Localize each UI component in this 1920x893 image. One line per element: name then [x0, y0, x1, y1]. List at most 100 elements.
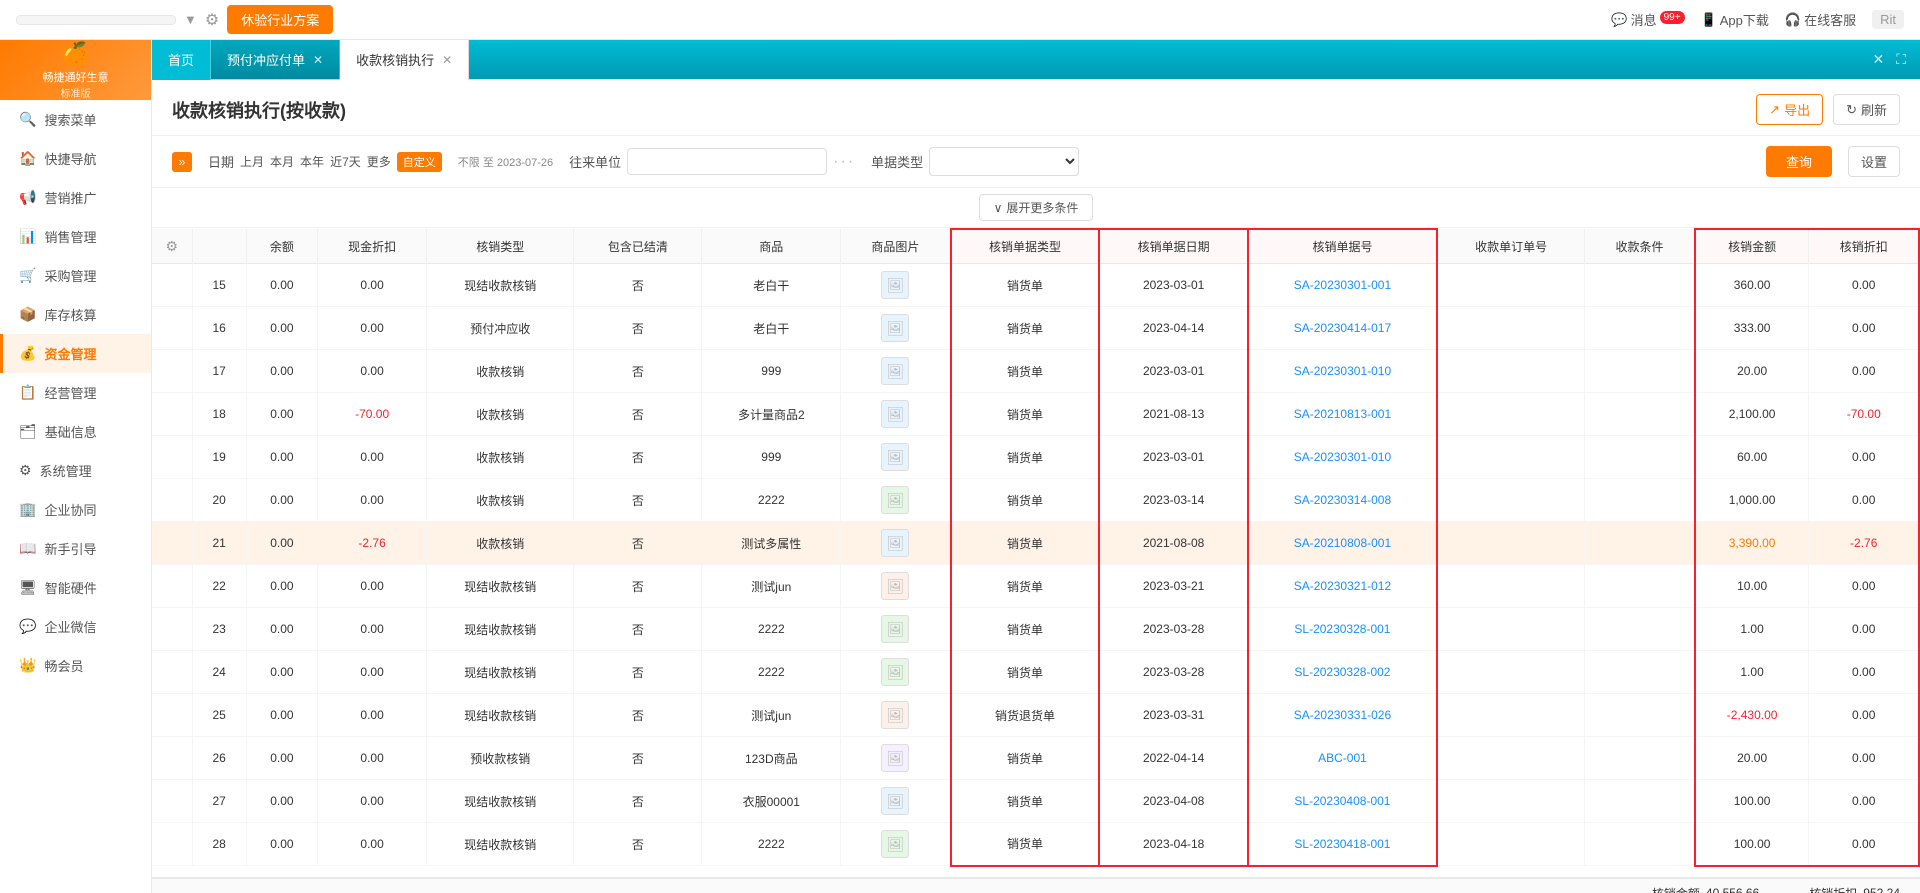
sidebar-item-inventory[interactable]: 📦 库存核算 [0, 295, 151, 334]
export-button[interactable]: ↗ 导出 [1756, 94, 1823, 125]
bill-no-link[interactable]: SL-20230408-001 [1294, 794, 1390, 808]
td-setting[interactable] [152, 565, 192, 608]
tab-prepay-close-icon[interactable]: ✕ [313, 53, 323, 67]
sidebar-item-member[interactable]: 👑 畅会员 [0, 646, 151, 685]
tab-home[interactable]: 首页 [152, 40, 211, 80]
sidebar-item-search[interactable]: 🔍 搜索菜单 [0, 100, 151, 139]
td-receipt-condition [1585, 479, 1695, 522]
sidebar-item-sales[interactable]: 📊 销售管理 [0, 217, 151, 256]
td-bill-no[interactable]: SL-20230418-001 [1248, 823, 1437, 866]
td-setting[interactable] [152, 608, 192, 651]
td-setting[interactable] [152, 350, 192, 393]
td-bill-no[interactable]: SA-20230301-010 [1248, 436, 1437, 479]
filter-date-more[interactable]: 更多 [367, 153, 391, 170]
td-setting[interactable] [152, 436, 192, 479]
bill-no-link[interactable]: SA-20230301-010 [1294, 364, 1391, 378]
bill-no-link[interactable]: SA-20210808-001 [1294, 536, 1391, 550]
td-setting[interactable] [152, 393, 192, 436]
setting-button[interactable]: 设置 [1848, 146, 1900, 177]
td-setting[interactable] [152, 651, 192, 694]
sidebar-item-guide[interactable]: 📖 新手引导 [0, 529, 151, 568]
sidebar-item-finance[interactable]: 💰 资金管理 [0, 334, 151, 373]
sidebar-item-marketing[interactable]: 📢 营销推广 [0, 178, 151, 217]
sidebar-label-guide: 新手引导 [44, 539, 96, 558]
sidebar-item-purchase[interactable]: 🛒 采购管理 [0, 256, 151, 295]
expand-more-button[interactable]: ∨ 展开更多条件 [979, 194, 1094, 221]
tab-collection[interactable]: 收款核销执行 ✕ [340, 40, 469, 80]
td-bill-no[interactable]: SL-20230328-001 [1248, 608, 1437, 651]
td-bill-no[interactable]: SA-20230331-026 [1248, 694, 1437, 737]
bill-no-link[interactable]: SL-20230418-001 [1294, 837, 1390, 851]
td-goods: 999 [702, 350, 841, 393]
filter-receipt-type-select[interactable] [929, 147, 1079, 176]
refresh-button[interactable]: ↻ 刷新 [1833, 94, 1900, 125]
td-goods: 老白干 [702, 264, 841, 307]
bill-no-link[interactable]: SL-20230328-002 [1294, 665, 1390, 679]
bill-no-link[interactable]: SA-20210813-001 [1294, 407, 1391, 421]
td-goods-img: 🖼 [841, 522, 951, 565]
td-bill-no[interactable]: ABC-001 [1248, 737, 1437, 780]
filter-date-this-month[interactable]: 本月 [270, 153, 294, 170]
table-settings-icon[interactable]: ⚙ [165, 238, 178, 254]
filter-date-7days[interactable]: 近7天 [330, 153, 361, 170]
gear-icon[interactable]: ⚙ [205, 10, 219, 30]
bill-no-link[interactable]: SA-20230314-008 [1294, 493, 1391, 507]
td-bill-no[interactable]: SA-20230321-012 [1248, 565, 1437, 608]
online-service-item[interactable]: 🎧 在线客服 [1785, 10, 1856, 29]
td-seq: 27 [192, 780, 246, 823]
td-setting[interactable] [152, 737, 192, 780]
td-setting[interactable] [152, 522, 192, 565]
td-setting[interactable] [152, 694, 192, 737]
sidebar-item-system[interactable]: ⚙ 系统管理 [0, 451, 151, 490]
td-setting[interactable] [152, 264, 192, 307]
td-goods: 多计量商品2 [702, 393, 841, 436]
filter-date-this-year[interactable]: 本年 [300, 153, 324, 170]
user-label[interactable]: Rit [1872, 10, 1904, 29]
bill-no-link[interactable]: SA-20230321-012 [1294, 579, 1391, 593]
messages-item[interactable]: 💬 消息 99+ [1611, 10, 1684, 29]
bill-no-link[interactable]: ABC-001 [1318, 751, 1367, 765]
filter-date-last-month[interactable]: 上月 [240, 153, 264, 170]
sidebar-item-basic[interactable]: 🗂 基础信息 [0, 412, 151, 451]
td-receipt-condition [1585, 565, 1695, 608]
query-button[interactable]: 查询 [1766, 146, 1832, 177]
bill-no-link[interactable]: SA-20230414-017 [1294, 321, 1391, 335]
td-bill-no[interactable]: SA-20210808-001 [1248, 522, 1437, 565]
tab-close-btn[interactable]: ✕ [1866, 47, 1890, 72]
td-bill-no[interactable]: SA-20210813-001 [1248, 393, 1437, 436]
filter-from-unit-input[interactable] [627, 148, 827, 175]
td-bill-no[interactable]: SL-20230328-002 [1248, 651, 1437, 694]
td-bill-no[interactable]: SL-20230408-001 [1248, 780, 1437, 823]
sidebar-item-wechat[interactable]: 💬 企业微信 [0, 607, 151, 646]
industry-solution-button[interactable]: 休验行业方案 [227, 5, 333, 34]
sidebar-item-corp[interactable]: 🏢 企业协同 [0, 490, 151, 529]
filter-date-custom[interactable]: 自定义 [397, 152, 442, 172]
chevron-down-icon[interactable]: ▼ [184, 12, 197, 27]
filter-expand-button[interactable]: » [172, 152, 192, 172]
tab-expand-btn[interactable]: ⛶ [1890, 47, 1912, 72]
bill-no-link[interactable]: SA-20230301-010 [1294, 450, 1391, 464]
expand-more-icon: ∨ [994, 201, 1003, 215]
bill-no-link[interactable]: SA-20230301-001 [1294, 278, 1391, 292]
tab-collection-close-icon[interactable]: ✕ [442, 53, 452, 67]
bill-no-link[interactable]: SA-20230331-026 [1294, 708, 1391, 722]
td-goods-img: 🖼 [841, 651, 951, 694]
th-settings[interactable]: ⚙ [152, 229, 192, 264]
sidebar-item-hardware[interactable]: 🖥 智能硬件 [0, 568, 151, 607]
sidebar-item-quicknav[interactable]: 🏠 快捷导航 [0, 139, 151, 178]
bill-no-link[interactable]: SL-20230328-001 [1294, 622, 1390, 636]
sidebar-item-operations[interactable]: 📋 经营管理 [0, 373, 151, 412]
td-cash-discount: -70.00 [318, 393, 427, 436]
td-bill-no[interactable]: SA-20230301-010 [1248, 350, 1437, 393]
td-setting[interactable] [152, 479, 192, 522]
tab-prepay[interactable]: 预付冲应付单 ✕ [211, 40, 340, 80]
sidebar-label-basic: 基础信息 [45, 422, 97, 441]
td-setting[interactable] [152, 780, 192, 823]
headset-icon: 🎧 [1785, 12, 1801, 28]
td-bill-no[interactable]: SA-20230414-017 [1248, 307, 1437, 350]
td-bill-no[interactable]: SA-20230301-001 [1248, 264, 1437, 307]
td-setting[interactable] [152, 823, 192, 866]
app-download-item[interactable]: 📱 App下载 [1701, 10, 1769, 29]
td-setting[interactable] [152, 307, 192, 350]
td-bill-no[interactable]: SA-20230314-008 [1248, 479, 1437, 522]
